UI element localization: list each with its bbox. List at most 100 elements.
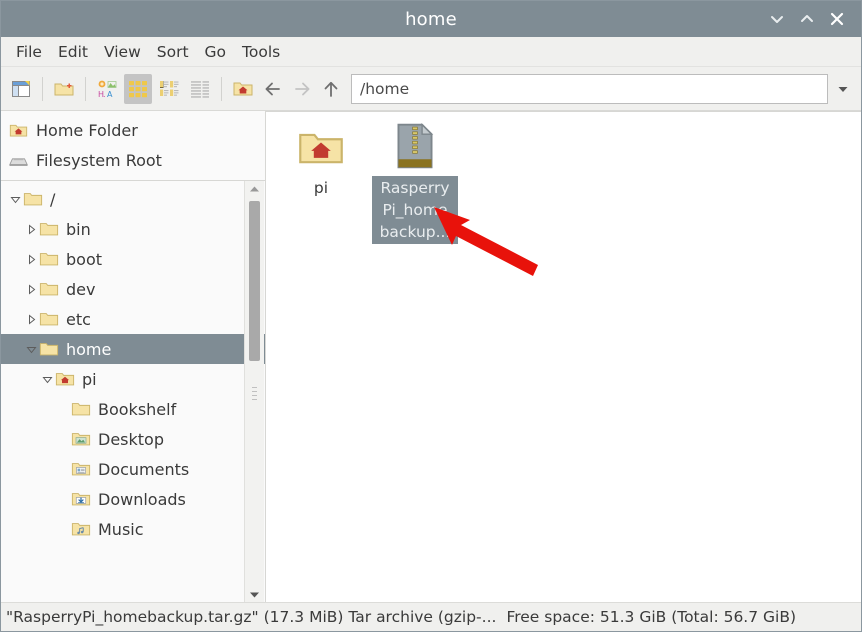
tree-item-Desktop[interactable]: Desktop — [1, 424, 265, 454]
status-bar: "RasperryPi_homebackup.tar.gz" (17.3 MiB… — [1, 602, 861, 631]
tree-item-[interactable]: / — [1, 184, 265, 214]
home-folder-icon — [233, 82, 253, 95]
folder-icon — [39, 219, 59, 239]
title-bar: home — [1, 1, 861, 37]
tree-twisty[interactable] — [23, 344, 39, 355]
thumbnail-icon: H . A — [98, 80, 117, 99]
tree-item-pi[interactable]: pi — [1, 364, 265, 394]
tree-scrollbar[interactable] — [244, 181, 264, 602]
file-item-pi[interactable]: pi — [278, 120, 364, 244]
tree-item-etc[interactable]: etc — [1, 304, 265, 334]
main-body: Home Folder Filesystem Root / bin boot dev e… — [1, 111, 861, 602]
music-folder-icon — [71, 519, 91, 539]
tree-twisty — [55, 494, 71, 505]
twisty-expanded-icon — [25, 346, 37, 353]
path-input[interactable] — [358, 78, 821, 99]
path-bar[interactable] — [351, 73, 828, 104]
home-folder-icon — [299, 133, 343, 164]
scroll-grip — [252, 387, 257, 405]
menu-view[interactable]: View — [96, 41, 149, 63]
tree-twisty[interactable] — [23, 313, 39, 325]
file-item-label: pi — [313, 179, 329, 197]
tree-item-bin[interactable]: bin — [1, 214, 265, 244]
place-home-folder[interactable]: Home Folder — [1, 115, 265, 145]
tree-twisty[interactable] — [23, 253, 39, 265]
back-button[interactable] — [260, 74, 286, 104]
twisty-none-icon — [58, 464, 69, 475]
tree-twisty[interactable] — [23, 223, 39, 235]
detailed-list-view-button[interactable] — [186, 74, 214, 104]
twisty-expanded-icon — [41, 376, 53, 383]
twisty-collapsed-icon — [28, 313, 35, 325]
home-folder-icon — [9, 124, 28, 137]
path-dropdown-button[interactable] — [831, 74, 855, 104]
place-filesystem-root[interactable]: Filesystem Root — [1, 145, 265, 175]
close-button[interactable] — [823, 5, 851, 33]
tree-item-home[interactable]: home — [1, 334, 265, 364]
tree-item-label: Documents — [98, 459, 190, 479]
home-folder-icon — [297, 120, 345, 172]
triangle-down-icon — [838, 86, 848, 92]
menu-tools[interactable]: Tools — [234, 41, 288, 63]
icon-view-button[interactable] — [124, 73, 152, 104]
tree-item-label: home — [66, 339, 112, 359]
places-list: Home Folder Filesystem Root — [1, 111, 266, 181]
new-window-button[interactable] — [7, 74, 35, 104]
menu-file[interactable]: File — [8, 41, 50, 63]
up-button[interactable] — [318, 74, 344, 104]
twisty-collapsed-icon — [28, 223, 35, 235]
tree-item-Music[interactable]: Music — [1, 514, 265, 544]
scroll-up-button[interactable] — [245, 181, 264, 197]
directory-tree: / bin boot dev etc home pi Bookshelf Desktop Docu… — [1, 181, 266, 602]
tree-twisty — [55, 464, 71, 475]
menu-sort[interactable]: Sort — [149, 41, 197, 63]
arrow-up-icon — [324, 81, 338, 97]
menu-edit[interactable]: Edit — [50, 41, 96, 63]
archive-icon — [389, 120, 441, 172]
tree-item-dev[interactable]: dev — [1, 274, 265, 304]
tree-twisty — [55, 404, 71, 415]
minimize-button[interactable] — [763, 5, 791, 33]
arrow-right-icon — [295, 82, 310, 95]
desktop-folder-icon — [71, 433, 91, 446]
tree-item-boot[interactable]: boot — [1, 244, 265, 274]
new-window-icon — [12, 80, 30, 97]
tree-twisty[interactable] — [7, 194, 23, 205]
scroll-thumb[interactable] — [249, 201, 260, 361]
twisty-none-icon — [58, 524, 69, 535]
tree-item-Bookshelf[interactable]: Bookshelf — [1, 394, 265, 424]
folder-icon — [71, 403, 91, 416]
tree-twisty[interactable] — [23, 283, 39, 295]
folder-icon — [39, 339, 59, 359]
file-item-rasperrypi-homebackup-archive[interactable]: Rasperry Pi_home backup... — [372, 120, 458, 244]
scroll-down-button[interactable] — [245, 586, 264, 602]
downloads-folder-icon — [71, 493, 91, 506]
folder-icon — [39, 313, 59, 326]
status-selection-info: "RasperryPi_homebackup.tar.gz" (17.3 MiB… — [6, 608, 497, 626]
file-view[interactable]: pi Rasperry Pi_home backup... — [266, 111, 861, 602]
twisty-none-icon — [58, 494, 69, 505]
folder-icon — [39, 283, 59, 296]
scroll-track[interactable] — [245, 197, 264, 586]
thumbnail-view-button[interactable]: H . A — [93, 74, 121, 104]
maximize-button[interactable] — [793, 5, 821, 33]
tree-item-Downloads[interactable]: Downloads — [1, 484, 265, 514]
menu-go[interactable]: Go — [197, 41, 235, 63]
menu-bar: File Edit View Sort Go Tools — [1, 37, 861, 67]
place-label: Filesystem Root — [36, 150, 162, 170]
toolbar-separator — [85, 76, 86, 101]
compact-view-button[interactable] — [155, 74, 183, 104]
tree-item-label: etc — [66, 309, 91, 329]
home-button[interactable] — [229, 74, 257, 104]
compact-view-icon — [160, 80, 179, 96]
new-folder-button[interactable] — [50, 74, 78, 104]
icon-view-icon — [129, 80, 147, 97]
toolbar: H . A — [1, 67, 861, 111]
forward-button — [289, 74, 315, 104]
tree-item-label: Downloads — [98, 489, 186, 509]
tree-twisty[interactable] — [39, 374, 55, 385]
sidebar: Home Folder Filesystem Root / bin boot dev e… — [1, 111, 266, 602]
folder-icon — [23, 189, 43, 209]
documents-folder-icon — [71, 459, 91, 479]
tree-item-Documents[interactable]: Documents — [1, 454, 265, 484]
